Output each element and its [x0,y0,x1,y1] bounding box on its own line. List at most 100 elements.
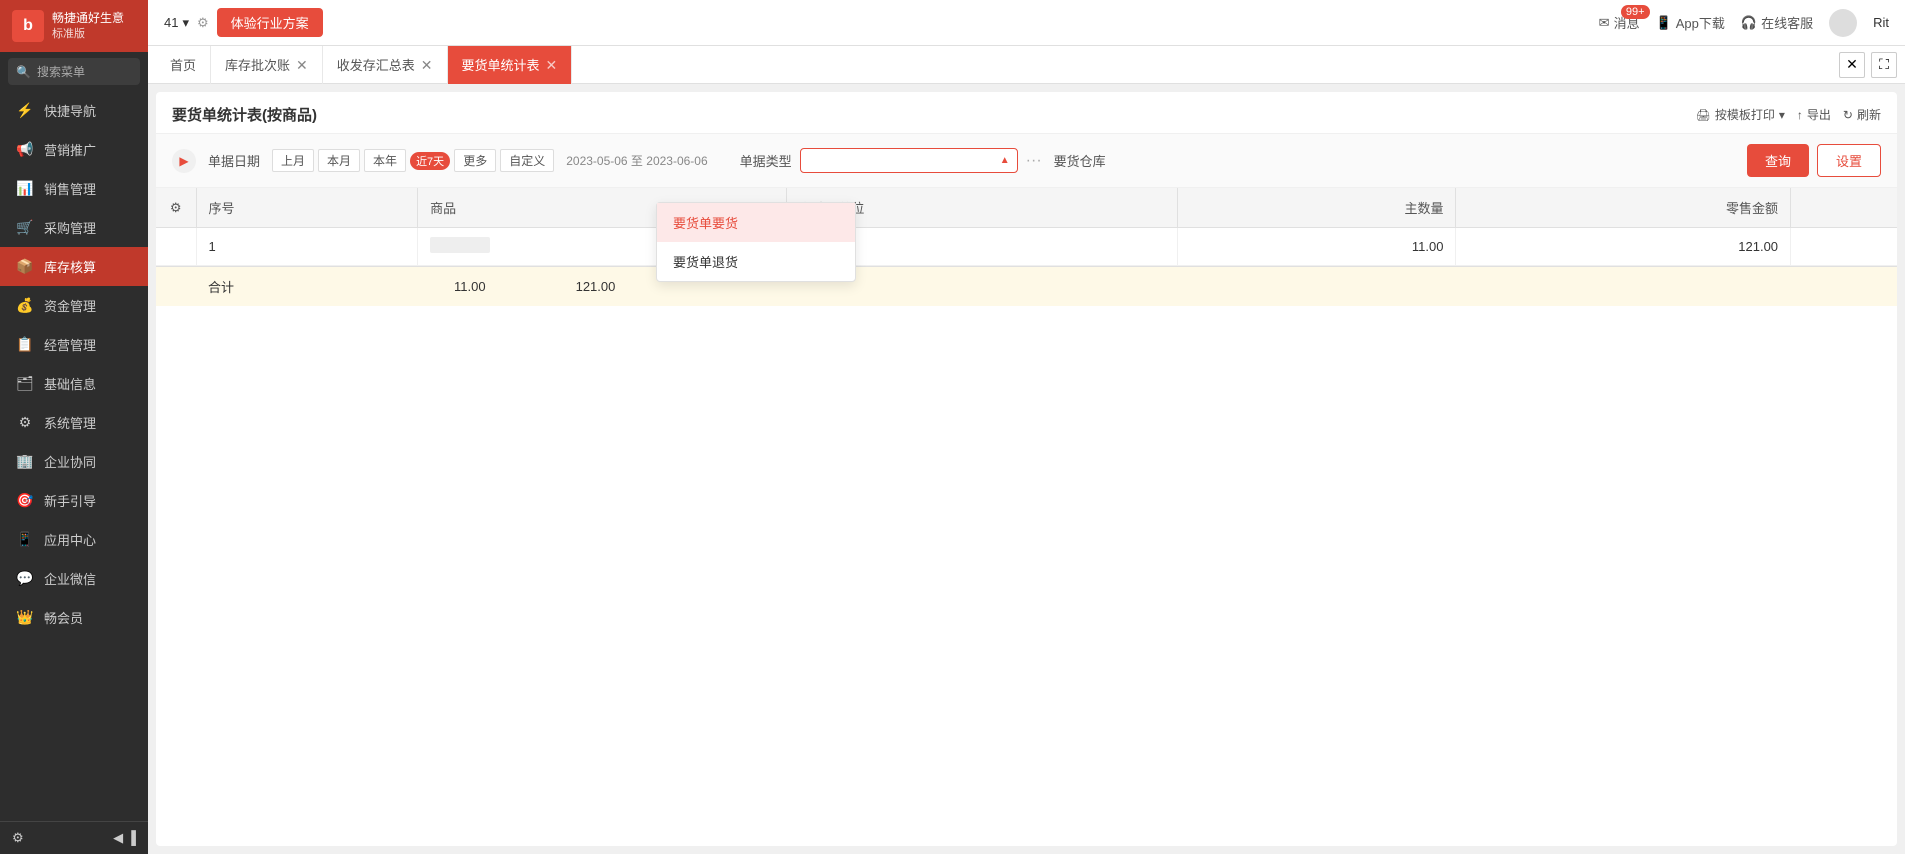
sidebar-settings-icon[interactable]: ⚙ [12,830,24,846]
date-btn-last-month[interactable]: 上月 [272,149,314,172]
main-content: 41 ▾ ⚙ 体验行业方案 ✉ 消息 99+ 📱 App下载 🎧 在线客服 Ri… [148,0,1905,854]
wechat-icon: 💬 [16,570,34,588]
sidebar-item-quick-nav[interactable]: ⚡ 快捷导航 [0,91,148,130]
tab-close-inventory-batch[interactable]: ✕ [296,58,308,72]
filter-actions: 查询 设置 [1747,144,1881,177]
sidebar-collapse-icon[interactable]: ◀ ▐ [113,830,136,846]
page-title: 要货单统计表(按商品) [172,104,317,125]
sidebar-item-inventory[interactable]: 📦 库存核算 [0,247,148,286]
sidebar-footer: ⚙ ◀ ▐ [0,821,148,854]
system-icon: ⚙ [16,414,34,432]
refresh-btn[interactable]: ↻ 刷新 [1843,106,1881,123]
sidebar-item-system[interactable]: ⚙ 系统管理 [0,403,148,442]
filter-more-icon[interactable]: ··· [1026,152,1042,170]
date-buttons: 上月 本月 本年 近7天 更多 自定义 [272,149,554,172]
date-label: 单据日期 [208,151,260,170]
print-btn[interactable]: 🖨 按模板打印 ▾ [1696,106,1785,123]
warehouse-filter: 要货仓库 [1054,151,1106,170]
product-placeholder [430,237,490,253]
apps-icon: 📱 [16,531,34,549]
trial-btn[interactable]: 体验行业方案 [217,8,323,37]
date-custom-btn[interactable]: 自定义 [500,149,554,172]
col-amount: 零售金额 [1456,188,1791,228]
table-wrap: ⚙ 序号 商品 主计量单位 主数量 零售金额 1 [156,188,1897,266]
warehouse-label: 要货仓库 [1054,151,1106,170]
date-btn-this-month[interactable]: 本月 [318,149,360,172]
table-footer: 合计 11.00 121.00 [156,266,1897,306]
app-logo: b [12,10,44,42]
doc-type-input[interactable] [800,148,1018,173]
cell-amount: 121.00 [1456,228,1791,266]
tab-close-receivables-summary[interactable]: ✕ [421,58,433,72]
tab-home[interactable]: 首页 [156,46,211,84]
sidebar-item-basic[interactable]: 🗂 基础信息 [0,364,148,403]
sales-icon: 📊 [16,180,34,198]
dropdown-item-order-goods[interactable]: 要货单要货 [657,203,855,242]
cell-no: 1 [196,228,418,266]
store-selector[interactable]: 41 ▾ [164,15,189,31]
export-icon: ↑ [1797,108,1803,122]
tab-close-order-summary[interactable]: ✕ [546,58,558,72]
topbar: 41 ▾ ⚙ 体验行业方案 ✉ 消息 99+ 📱 App下载 🎧 在线客服 Ri… [148,0,1905,46]
sidebar-item-sales[interactable]: 📊 销售管理 [0,169,148,208]
doc-type-label: 单据类型 [740,151,792,170]
finance-icon: 💰 [16,297,34,315]
tabs-fullscreen-btn[interactable]: ⛶ [1871,52,1897,78]
store-dropdown-icon: ▾ [182,15,189,31]
sidebar-header: b 畅捷通好生意 标准版 [0,0,148,52]
sidebar-item-apps[interactable]: 📱 应用中心 [0,520,148,559]
sidebar: b 畅捷通好生意 标准版 🔍 搜索菜单 ⚡ 快捷导航 📢 营销推广 📊 销售管理… [0,0,148,854]
content-area: 要货单统计表(按商品) 🖨 按模板打印 ▾ ↑ 导出 ↻ 刷新 ▶ [156,92,1897,846]
enterprise-icon: 🏢 [16,453,34,471]
query-btn[interactable]: 查询 [1747,144,1809,177]
tabs-expand-btn[interactable]: ✕ [1839,52,1865,78]
footer-qty: 11.00 [454,279,486,294]
guide-icon: 🎯 [16,492,34,510]
operation-icon: 📋 [16,336,34,354]
table-row: 1 块 11.00 121.00 [156,228,1897,266]
headset-icon: 🎧 [1741,15,1757,31]
sidebar-item-member[interactable]: 👑 畅会员 [0,598,148,637]
search-icon: 🔍 [16,65,31,79]
doc-type-input-wrap: ▲ [800,148,1018,173]
col-qty: 主数量 [1178,188,1456,228]
sidebar-item-finance[interactable]: 💰 资金管理 [0,286,148,325]
sidebar-item-guide[interactable]: 🎯 新手引导 [0,481,148,520]
footer-amount: 121.00 [576,279,616,294]
tab-order-summary[interactable]: 要货单统计表 ✕ [448,46,573,84]
doc-type-dropdown: 要货单要货 要货单退货 [656,202,856,282]
sidebar-item-wechat[interactable]: 💬 企业微信 [0,559,148,598]
print-dropdown-icon: ▾ [1779,108,1785,122]
sidebar-item-purchase[interactable]: 🛒 采购管理 [0,208,148,247]
tab-receivables-summary[interactable]: 收发存汇总表 ✕ [323,46,448,84]
user-avatar[interactable] [1829,9,1857,37]
cell-empty [156,228,196,266]
inventory-icon: 📦 [16,258,34,276]
date-btn-this-year[interactable]: 本年 [364,149,406,172]
export-btn[interactable]: ↑ 导出 [1797,106,1831,123]
member-icon: 👑 [16,609,34,627]
phone-icon: 📱 [1656,15,1672,31]
col-no: 序号 [196,188,418,228]
date-btn-7days[interactable]: 近7天 [410,152,450,170]
app-download-btn[interactable]: 📱 App下载 [1656,13,1725,32]
tab-inventory-batch[interactable]: 库存批次账 ✕ [211,46,323,84]
topbar-settings-icon[interactable]: ⚙ [197,15,209,31]
sidebar-item-marketing[interactable]: 📢 营销推广 [0,130,148,169]
tabs-bar: 首页 库存批次账 ✕ 收发存汇总表 ✕ 要货单统计表 ✕ ✕ ⛶ [148,46,1905,84]
footer-label: 合计 [168,277,234,296]
refresh-icon: ↻ [1843,108,1853,122]
messages-btn[interactable]: ✉ 消息 99+ [1599,13,1640,32]
sidebar-search[interactable]: 🔍 搜索菜单 [8,58,140,85]
filter-bar: ▶ 单据日期 上月 本月 本年 近7天 更多 自定义 2023-05-06 至 … [156,134,1897,188]
date-more-btn[interactable]: 更多 [454,149,496,172]
messages-icon: ✉ [1599,15,1610,31]
filter-settings-btn[interactable]: 设置 [1817,144,1881,177]
filter-expand-btn[interactable]: ▶ [172,149,196,173]
cell-extra [1791,228,1897,266]
doc-type-filter: 单据类型 ▲ ··· [740,148,1042,173]
dropdown-item-order-return[interactable]: 要货单退货 [657,242,855,281]
online-service-btn[interactable]: 🎧 在线客服 [1741,13,1813,32]
sidebar-item-enterprise[interactable]: 🏢 企业协同 [0,442,148,481]
sidebar-item-operation[interactable]: 📋 经营管理 [0,325,148,364]
